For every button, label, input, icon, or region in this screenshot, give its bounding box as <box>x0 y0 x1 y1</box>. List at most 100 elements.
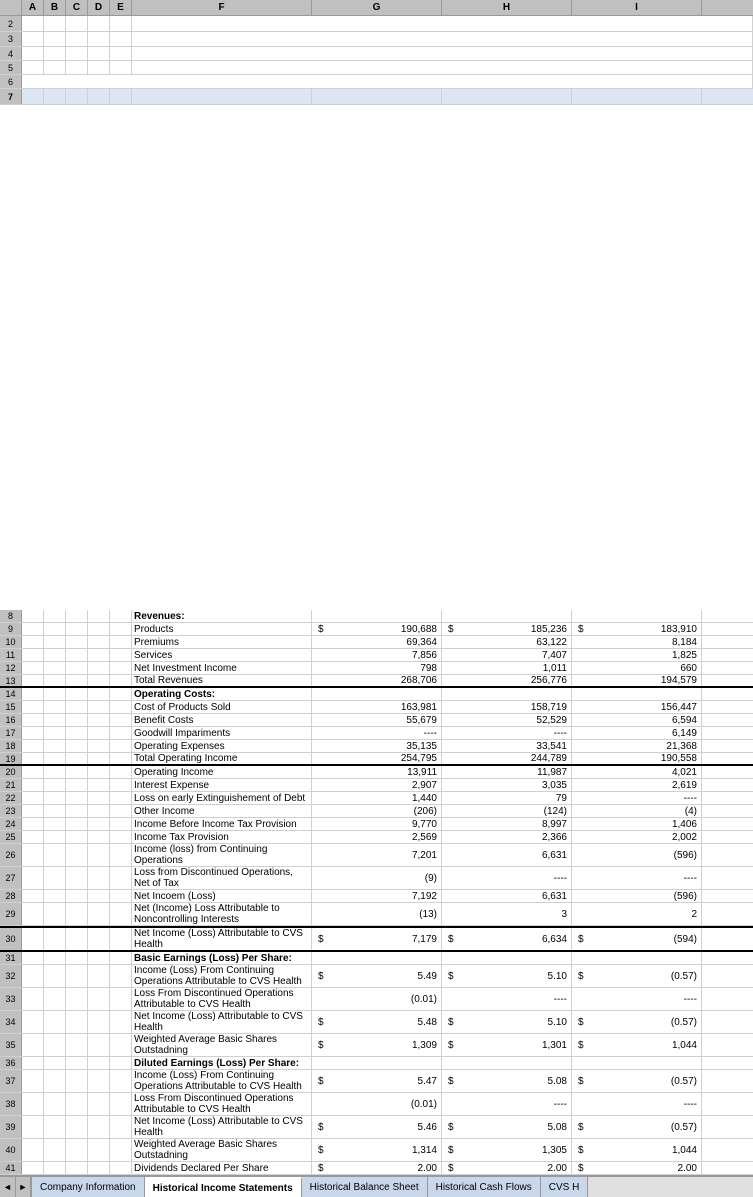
cell-h-27: ---- <box>442 867 572 889</box>
cell-g-26: 7,201 <box>312 844 442 866</box>
cell-h-25: 2,366 <box>442 831 572 843</box>
label-37: Income (Loss) From Continuing Operations… <box>132 1070 312 1092</box>
tab-nav-left[interactable]: ◄ <box>0 1177 16 1197</box>
row-33: 33 Loss From Discontinued Operations Att… <box>0 988 753 1011</box>
rownum-2: 2 <box>0 16 22 31</box>
cell-g-15: 163,981 <box>312 701 442 713</box>
row-5: 5 <box>0 61 753 75</box>
tab-nav-right[interactable]: ► <box>16 1177 32 1197</box>
row-num-header <box>0 0 22 15</box>
cell-g-19: 254,795 <box>312 753 442 764</box>
cell-g-34: $5.48 <box>312 1011 442 1033</box>
cell-i-13: 194,579 <box>572 675 702 686</box>
cell-i-17: 6,149 <box>572 727 702 739</box>
sheet-body: 2 3 4 5 <box>0 16 753 105</box>
cell-g-21: 2,907 <box>312 779 442 791</box>
row-27: 27 Loss from Discontinued Operations, Ne… <box>0 867 753 890</box>
cell-h-30: $6,634 <box>442 928 572 950</box>
rownum-32: 32 <box>0 965 22 987</box>
rownum-14: 14 <box>0 688 22 700</box>
cell-h-17: ---- <box>442 727 572 739</box>
rownum-23: 23 <box>0 805 22 817</box>
row-40: 40 Weighted Average Basic Shares Outstad… <box>0 1139 753 1162</box>
rownum-31: 31 <box>0 952 22 964</box>
cell-h-16: 52,529 <box>442 714 572 726</box>
label-8: Revenues: <box>132 610 312 622</box>
rownum-12: 12 <box>0 662 22 674</box>
cell-h-22: 79 <box>442 792 572 804</box>
rownum-33: 33 <box>0 988 22 1010</box>
tab-2[interactable]: Historical Balance Sheet <box>302 1177 428 1197</box>
rownum-11: 11 <box>0 649 22 661</box>
rownum-4: 4 <box>0 47 22 60</box>
date-header-g <box>312 89 442 104</box>
tab-4[interactable]: CVS H <box>541 1177 589 1197</box>
cell-h-8 <box>442 610 572 622</box>
cell-g-28: 7,192 <box>312 890 442 902</box>
cell-g-29: (13) <box>312 903 442 925</box>
cell-h-35: $1,301 <box>442 1034 572 1056</box>
cell-2c <box>66 16 88 31</box>
row-31: 31Basic Earnings (Loss) Per Share: <box>0 952 753 965</box>
row-32: 32 Income (Loss) From Continuing Operati… <box>0 965 753 988</box>
cell-g-36 <box>312 1057 442 1069</box>
row-3: 3 <box>0 32 753 47</box>
cell-i-16: 6,594 <box>572 714 702 726</box>
tab-3[interactable]: Historical Cash Flows <box>428 1177 541 1197</box>
rownum-21: 21 <box>0 779 22 791</box>
cell-g-33: (0.01) <box>312 988 442 1010</box>
label-13: Total Revenues <box>132 675 312 686</box>
cell-i-15: 156,447 <box>572 701 702 713</box>
cell-i-27: ---- <box>572 867 702 889</box>
col-header-h: H <box>442 0 572 15</box>
label-41: Dividends Declared Per Share <box>132 1162 312 1174</box>
cell-i-14 <box>572 688 702 700</box>
row-14: 14Operating Costs: <box>0 688 753 701</box>
row-16: 16 Benefit Costs55,67952,5296,594 <box>0 714 753 727</box>
row-12: 12 Net Investment Income7981,011660 <box>0 662 753 675</box>
cell-h-28: 6,631 <box>442 890 572 902</box>
label-28: Net Incoem (Loss) <box>132 890 312 902</box>
col-header-a: A <box>22 0 44 15</box>
cell-h-11: 7,407 <box>442 649 572 661</box>
row-15: 15 Cost of Products Sold163,981158,71915… <box>0 701 753 714</box>
cell-h-33: ---- <box>442 988 572 1010</box>
row-8: 8 Revenues: <box>0 610 753 623</box>
rownum-17: 17 <box>0 727 22 739</box>
row-21: 21 Interest Expense2,9073,0352,619 <box>0 779 753 792</box>
rownum-16: 16 <box>0 714 22 726</box>
cell-i-30: $(594) <box>572 928 702 950</box>
tab-1[interactable]: Historical Income Statements <box>145 1177 302 1197</box>
cell-g-14 <box>312 688 442 700</box>
cell-i-38: ---- <box>572 1093 702 1115</box>
cell-i-10: 8,184 <box>572 636 702 648</box>
row-23: 23 Other Income(206)(124)(4) <box>0 805 753 818</box>
row-41: 41 Dividends Declared Per Share$2.00$2.0… <box>0 1162 753 1175</box>
rownum-19: 19 <box>0 753 22 764</box>
label-16: Benefit Costs <box>132 714 312 726</box>
cell-g-10: 69,364 <box>312 636 442 648</box>
label-21: Interest Expense <box>132 779 312 791</box>
row-10: 10 Premiums69,36463,1228,184 <box>0 636 753 649</box>
row-11: 11 Services7,8567,4071,825 <box>0 649 753 662</box>
label-19: Total Operating Income <box>132 753 312 764</box>
label-36: Diluted Earnings (Loss) Per Share: <box>132 1057 312 1069</box>
row-39: 39 Net Income (Loss) Attributable to CVS… <box>0 1116 753 1139</box>
rownum-24: 24 <box>0 818 22 830</box>
rownum-8: 8 <box>0 610 22 622</box>
spreadsheet: A B C D E F G H I 2 3 <box>0 0 753 610</box>
tab-bar: ◄ ► Company InformationHistorical Income… <box>0 1175 753 1197</box>
cell-2d <box>88 16 110 31</box>
cell-2e <box>110 16 132 31</box>
cell-h-9: $185,236 <box>442 623 572 635</box>
col-header-f: F <box>132 0 312 15</box>
tab-0[interactable]: Company Information <box>32 1177 145 1197</box>
col-header-g: G <box>312 0 442 15</box>
label-30: Net Income (Loss) Attributable to CVS He… <box>132 928 312 950</box>
rownum-13: 13 <box>0 675 22 686</box>
cell-h-15: 158,719 <box>442 701 572 713</box>
cell-i-26: (596) <box>572 844 702 866</box>
rownum-34: 34 <box>0 1011 22 1033</box>
rownum-9: 9 <box>0 623 22 635</box>
cell-i-31 <box>572 952 702 964</box>
